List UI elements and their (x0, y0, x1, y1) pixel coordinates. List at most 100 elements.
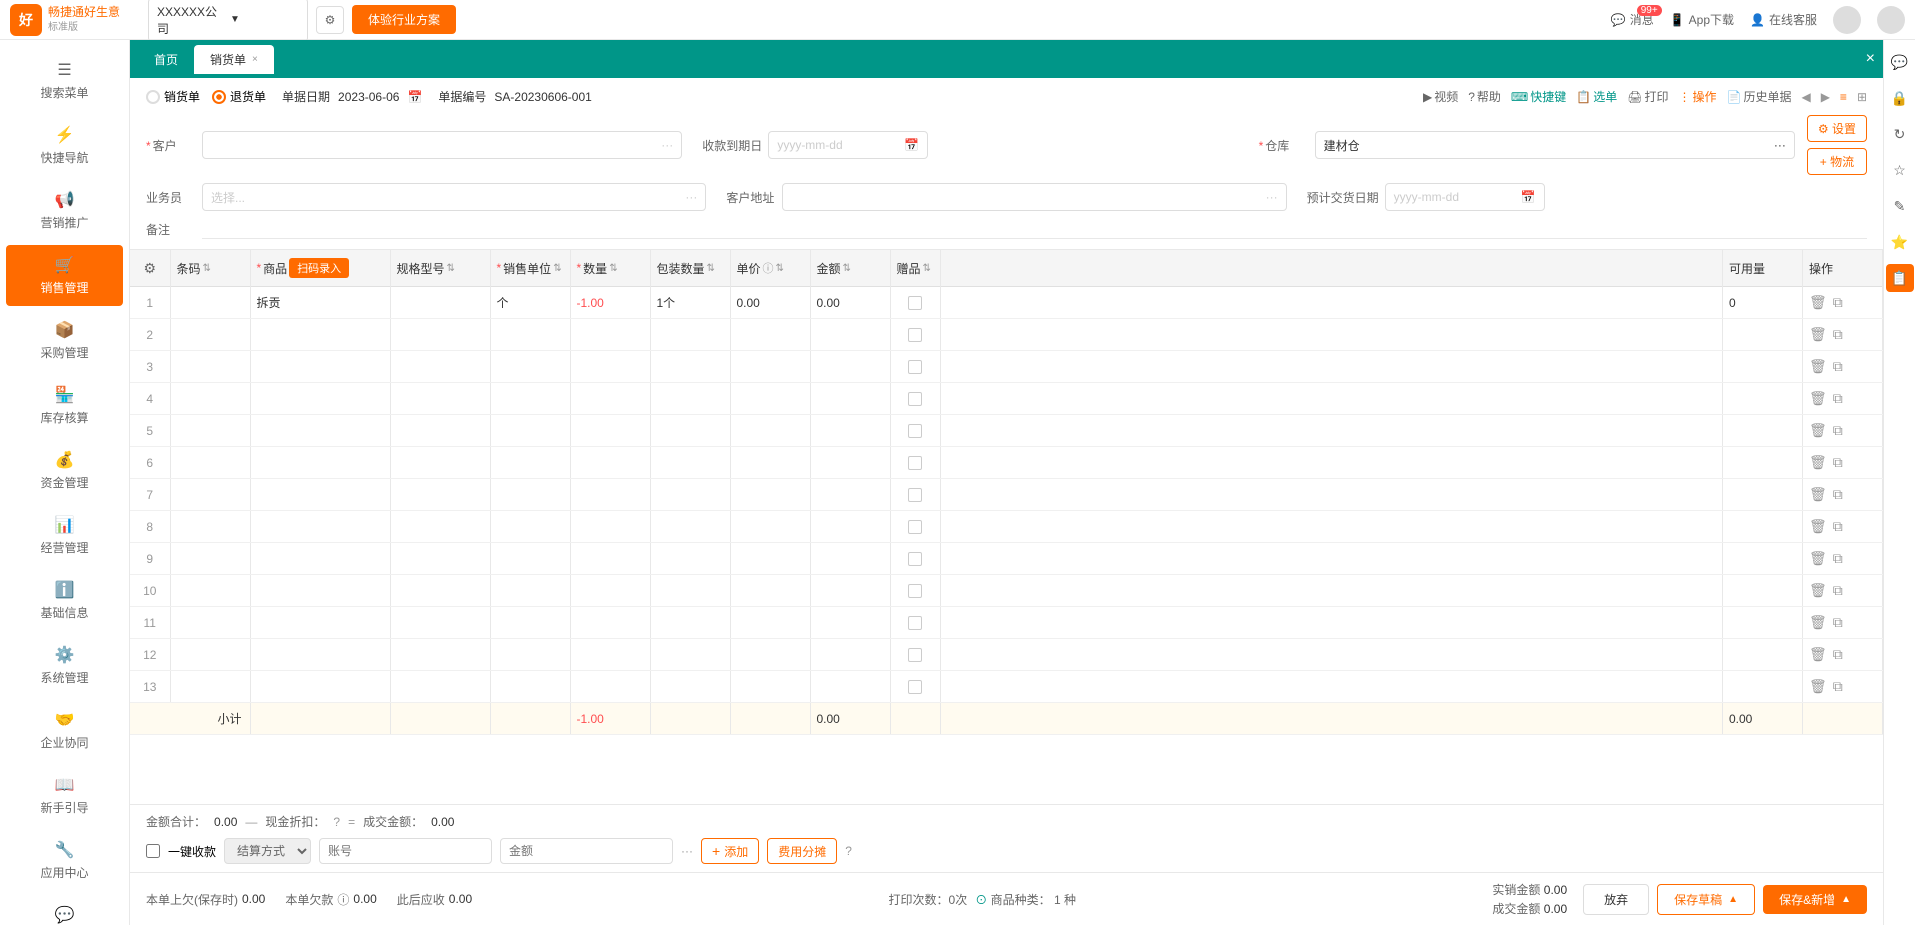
operate-button[interactable]: ⋮ 操作 (1678, 88, 1716, 105)
sidebar-item-management[interactable]: 📊 经营管理 (6, 505, 123, 566)
row-copy-icon[interactable]: ⧉ (1833, 390, 1843, 407)
sidebar-item-wechat[interactable]: 💬 企业微信 (6, 895, 123, 925)
table-settings-icon[interactable]: ⚙ (143, 260, 156, 276)
salesperson-input[interactable]: 选择... ··· (202, 183, 706, 211)
row1-gift[interactable] (890, 287, 940, 319)
row-copy-icon[interactable]: ⧉ (1833, 326, 1843, 343)
sidebar-item-purchase[interactable]: 📦 采购管理 (6, 310, 123, 371)
right-panel-icon-5[interactable]: ✎ (1886, 192, 1914, 220)
note-input[interactable] (202, 219, 1867, 239)
prev-record-button[interactable]: ◀ (1801, 90, 1810, 104)
row1-product[interactable]: 拆贡 (250, 287, 390, 319)
row-delete-icon[interactable]: 🗑 (1809, 646, 1827, 663)
logistics-button[interactable]: + 物流 (1807, 148, 1867, 175)
payment-amount-input[interactable] (500, 838, 673, 864)
right-panel-icon-2[interactable]: 🔒 (1886, 84, 1914, 112)
help-button[interactable]: ? 帮助 (1468, 88, 1501, 105)
calendar-icon[interactable]: 📅 (407, 90, 422, 104)
radio-sales-order[interactable]: 销货单 (146, 88, 200, 105)
row-copy-icon[interactable]: ⧉ (1833, 486, 1843, 503)
price-info-icon[interactable]: ⓘ (763, 260, 774, 276)
radio-return-order[interactable]: 退货单 (212, 88, 266, 105)
row-delete-icon[interactable]: 🗑 (1809, 486, 1827, 503)
sidebar-item-collab[interactable]: 🤝 企业协同 (6, 700, 123, 761)
tab-home[interactable]: 首页 (138, 45, 194, 74)
row-delete-icon[interactable]: 🗑 (1809, 518, 1827, 535)
row1-copy-icon[interactable]: ⧉ (1833, 294, 1843, 311)
sidebar-item-basic[interactable]: ℹ️ 基础信息 (6, 570, 123, 631)
th-settings[interactable]: ⚙ (130, 250, 170, 287)
row-copy-icon[interactable]: ⧉ (1833, 678, 1843, 695)
scan-button[interactable]: 扫码录入 (289, 258, 349, 278)
right-panel-icon-3[interactable]: ↻ (1886, 120, 1914, 148)
customer-address-input[interactable]: ··· (782, 183, 1286, 211)
row1-remark[interactable] (940, 287, 1723, 319)
close-all-tabs-button[interactable]: × (1866, 50, 1875, 68)
row-delete-icon[interactable]: 🗑 (1809, 454, 1827, 471)
warehouse-input[interactable]: 建材仓 ··· (1315, 131, 1795, 159)
right-panel-icon-4[interactable]: ☆ (1886, 156, 1914, 184)
view-list-button[interactable]: ≡ (1840, 90, 1847, 104)
select-order-button[interactable]: 📋 选单 (1576, 88, 1617, 105)
tab-close-button[interactable]: × (252, 54, 258, 65)
payment-account-input[interactable] (319, 838, 492, 864)
row-copy-icon[interactable]: ⧉ (1833, 454, 1843, 471)
settings-form-button[interactable]: ⚙ 设置 (1807, 115, 1867, 142)
user-avatar[interactable] (1833, 6, 1861, 34)
sidebar-item-finance[interactable]: 💰 资金管理 (6, 440, 123, 501)
row-delete-icon[interactable]: 🗑 (1809, 582, 1827, 599)
row-delete-icon[interactable]: 🗑 (1809, 358, 1827, 375)
row-copy-icon[interactable]: ⧉ (1833, 518, 1843, 535)
shortcut-button[interactable]: ⌨ 快捷键 (1511, 88, 1566, 105)
row-delete-icon[interactable]: 🗑 (1809, 390, 1827, 407)
sidebar-item-apps[interactable]: 🔧 应用中心 (6, 830, 123, 891)
row-copy-icon[interactable]: ⧉ (1833, 422, 1843, 439)
discard-button[interactable]: 放弃 (1583, 884, 1649, 915)
discount-help-icon[interactable]: ? (333, 815, 340, 829)
row-delete-icon[interactable]: 🗑 (1809, 422, 1827, 439)
row1-price[interactable]: 0.00 (730, 287, 810, 319)
row-delete-icon[interactable]: 🗑 (1809, 550, 1827, 567)
split-expense-button[interactable]: 费用分摊 (767, 838, 837, 864)
row1-amount[interactable]: 0.00 (810, 287, 890, 319)
history-button[interactable]: 📄 历史单据 (1726, 88, 1791, 105)
row-copy-icon[interactable]: ⧉ (1833, 550, 1843, 567)
save-new-button[interactable]: 保存&新增 ▲ (1763, 885, 1867, 914)
split-help-icon[interactable]: ? (845, 844, 852, 858)
next-record-button[interactable]: ▶ (1821, 90, 1830, 104)
sidebar-item-inventory[interactable]: 🏪 库存核算 (6, 375, 123, 436)
print-button[interactable]: 🖨 打印 (1627, 88, 1668, 105)
row1-spec[interactable] (390, 287, 490, 319)
row-delete-icon[interactable]: 🗑 (1809, 614, 1827, 631)
sidebar-item-search[interactable]: ☰ 搜索菜单 (6, 50, 123, 111)
one-click-payment-checkbox[interactable] (146, 844, 160, 858)
video-button[interactable]: ▶ 视频 (1423, 88, 1458, 105)
row1-barcode[interactable] (170, 287, 250, 319)
due-date-input[interactable]: yyyy-mm-dd 📅 (768, 131, 928, 159)
trial-button[interactable]: 体验行业方案 (352, 5, 456, 34)
arrears-info-icon[interactable]: ⓘ (337, 891, 349, 908)
row-delete-icon[interactable]: 🗑 (1809, 326, 1827, 343)
row1-unit[interactable]: 个 (490, 287, 570, 319)
right-panel-icon-7[interactable]: 📋 (1886, 264, 1914, 292)
row-copy-icon[interactable]: ⧉ (1833, 358, 1843, 375)
row-copy-icon[interactable]: ⧉ (1833, 646, 1843, 663)
sidebar-item-sales[interactable]: 🛒 销售管理 (6, 245, 123, 306)
settlement-method-select[interactable]: 结算方式 (224, 838, 311, 864)
row-delete-icon[interactable]: 🗑 (1809, 678, 1827, 695)
row-copy-icon[interactable]: ⧉ (1833, 582, 1843, 599)
service-button[interactable]: 👤 在线客服 (1750, 11, 1817, 28)
right-panel-icon-6[interactable]: ⭐ (1886, 228, 1914, 256)
sidebar-item-system[interactable]: ⚙️ 系统管理 (6, 635, 123, 696)
sidebar-item-guide[interactable]: 📖 新手引导 (6, 765, 123, 826)
tab-sales-order[interactable]: 销货单 × (194, 45, 274, 74)
row1-delete-icon[interactable]: 🗑 (1809, 294, 1827, 311)
sidebar-item-marketing[interactable]: 📢 营销推广 (6, 180, 123, 241)
row1-pack-qty[interactable]: 1个 (650, 287, 730, 319)
settings-button[interactable]: ⚙ (316, 6, 344, 34)
expected-date-input[interactable]: yyyy-mm-dd 📅 (1385, 183, 1545, 211)
view-grid-button[interactable]: ⊞ (1857, 90, 1867, 104)
messages-button[interactable]: 💬 消息 99+ (1611, 11, 1654, 28)
app-download-button[interactable]: 📱 App下载 (1670, 11, 1734, 28)
row1-qty[interactable]: -1.00 (570, 287, 650, 319)
